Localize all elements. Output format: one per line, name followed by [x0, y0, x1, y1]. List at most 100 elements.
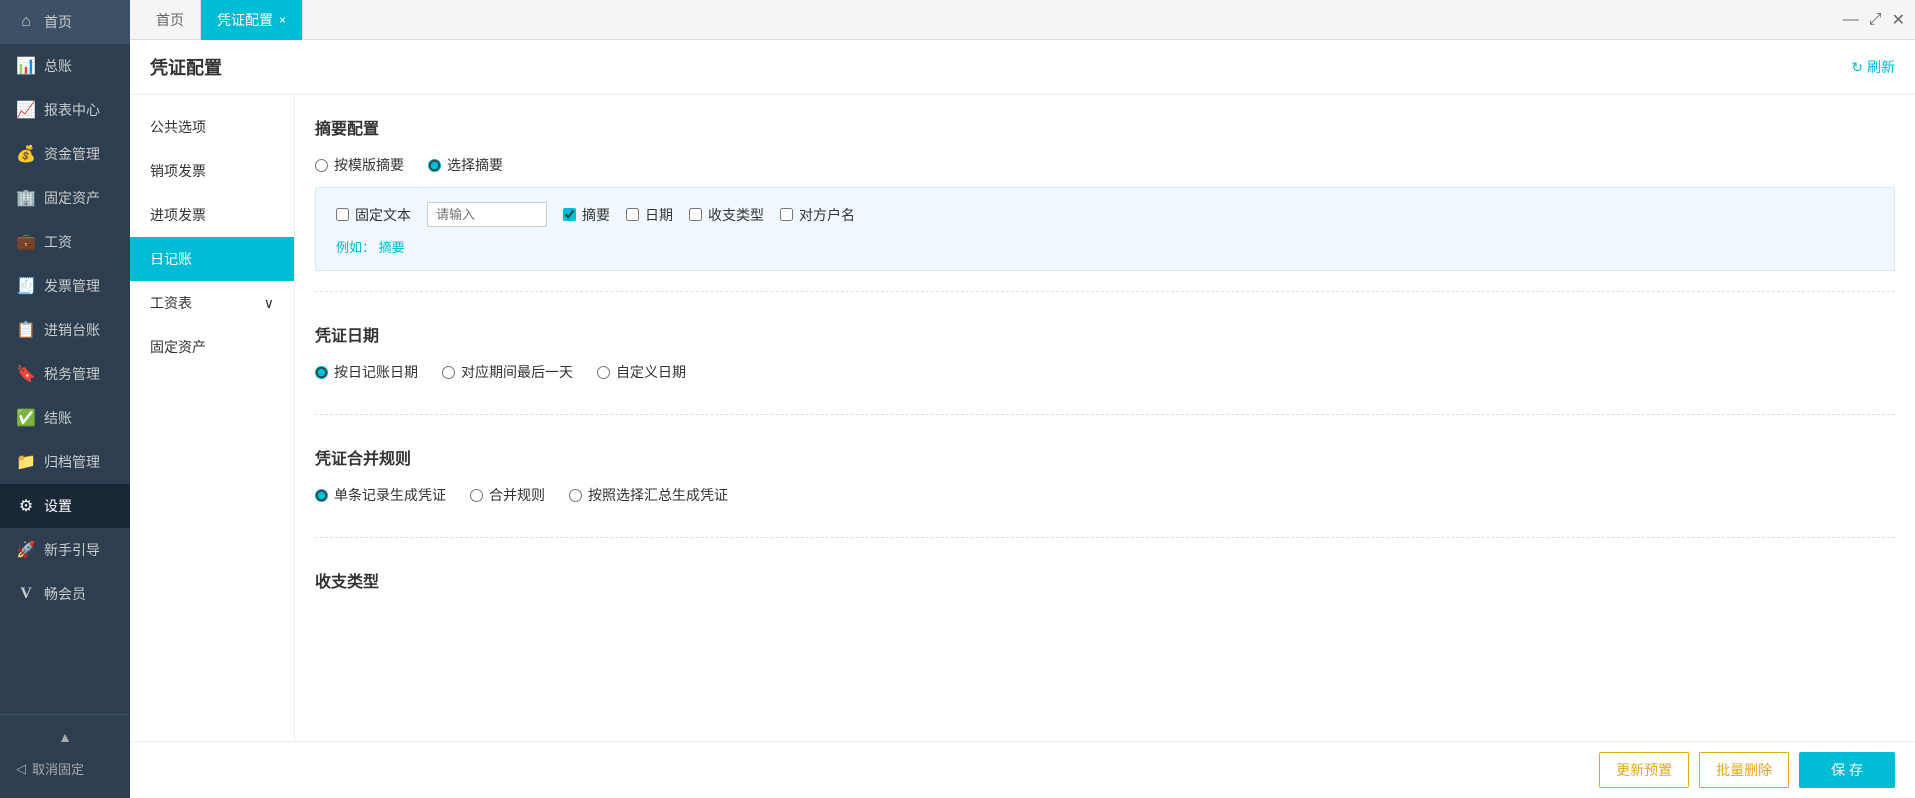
update-preview-button[interactable]: 更新预置 — [1599, 752, 1689, 788]
main-area: 首页 凭证配置 × — ⤢ ✕ 凭证配置 ↻ 刷新 公共选项 销项发票 — [130, 0, 1915, 798]
checkbox-date[interactable] — [626, 208, 639, 221]
radio-due-date-input[interactable] — [442, 366, 455, 379]
chevron-down-icon: ∨ — [264, 295, 274, 312]
refresh-label: 刷新 — [1867, 57, 1895, 77]
radio-select-label: 选择摘要 — [447, 155, 503, 175]
tab-voucher-config[interactable]: 凭证配置 × — [201, 0, 303, 40]
tab-close-icon[interactable]: × — [279, 13, 286, 27]
pin-label: 取消固定 — [32, 759, 84, 778]
sidebar-item-settings[interactable]: ⚙ 设置 — [0, 484, 130, 528]
sidebar-item-label: 工资 — [44, 232, 72, 252]
summary-config-section: 摘要配置 按模版摘要 选择摘要 固定文本 — [315, 115, 1895, 292]
sidebar-item-sales-ledger[interactable]: 📋 进销台账 — [0, 308, 130, 352]
due-date-label: 对应期间最后一天 — [461, 362, 573, 382]
sidebar-item-label: 报表中心 — [44, 100, 100, 120]
maximize-button[interactable]: ⤢ — [1869, 11, 1882, 29]
checkbox-payment-type[interactable] — [689, 208, 702, 221]
custom-date-label: 自定义日期 — [616, 362, 686, 382]
sidebar-item-home[interactable]: ⌂ 首页 — [0, 0, 130, 44]
left-nav-public-options[interactable]: 公共选项 — [130, 105, 294, 149]
radio-template-input[interactable] — [315, 159, 328, 172]
sidebar-scroll-up[interactable]: ▲ — [0, 725, 130, 749]
close-window-button[interactable]: ✕ — [1892, 10, 1905, 30]
sidebar-item-member[interactable]: V 畅会员 — [0, 572, 130, 616]
left-nav-label: 进项发票 — [150, 205, 206, 225]
left-nav-fixed-assets-item[interactable]: 固定资产 — [130, 325, 294, 369]
merge-rule-title: 凭证合并规则 — [315, 445, 1895, 469]
sidebar-item-salary[interactable]: 💼 工资 — [0, 220, 130, 264]
batch-delete-button[interactable]: 批量删除 — [1699, 752, 1789, 788]
left-nav-purchase-invoice[interactable]: 进项发票 — [130, 193, 294, 237]
tab-home[interactable]: 首页 — [140, 0, 201, 40]
merge-rule-label: 合并规则 — [489, 485, 545, 505]
archive-icon: 📁 — [16, 452, 36, 472]
bottom-bar: 更新预置 批量删除 保 存 — [130, 741, 1915, 798]
sidebar-item-invoice-mgmt[interactable]: 🧾 发票管理 — [0, 264, 130, 308]
radio-merge-input[interactable] — [470, 489, 483, 502]
checkbox-payment-type-label[interactable]: 收支类型 — [689, 205, 764, 225]
sidebar-item-label: 畅会员 — [44, 584, 86, 604]
left-nav-label: 公共选项 — [150, 117, 206, 137]
summary-example: 例如： 摘要 — [336, 237, 1874, 256]
sidebar-bottom: ▲ ◁ 取消固定 — [0, 714, 130, 798]
left-nav-label: 固定资产 — [150, 337, 206, 357]
sidebar-item-general-ledger[interactable]: 📊 总账 — [0, 44, 130, 88]
radio-merge-rule[interactable]: 合并规则 — [470, 485, 545, 505]
merge-rule-radio-group: 单条记录生成凭证 合并规则 按照选择汇总生成凭证 — [315, 485, 1895, 505]
tab-bar: 首页 凭证配置 × — ⤢ ✕ — [130, 0, 1915, 40]
radio-single-input[interactable] — [315, 489, 328, 502]
checkbox-fixed-text[interactable] — [336, 208, 349, 221]
sidebar-item-close-account[interactable]: ✅ 结账 — [0, 396, 130, 440]
checkbox-counterparty-label[interactable]: 对方户名 — [780, 205, 855, 225]
left-nav-sales-invoice[interactable]: 销项发票 — [130, 149, 294, 193]
sidebar-item-funds[interactable]: 💰 资金管理 — [0, 132, 130, 176]
assets-icon: 🏢 — [16, 188, 36, 208]
sidebar-item-tax-mgmt[interactable]: 🔖 税务管理 — [0, 352, 130, 396]
sidebar-item-label: 进销台账 — [44, 320, 100, 340]
checkbox-counterparty[interactable] — [780, 208, 793, 221]
sidebar-item-label: 发票管理 — [44, 276, 100, 296]
voucher-date-title: 凭证日期 — [315, 322, 1895, 346]
merge-rule-section: 凭证合并规则 单条记录生成凭证 合并规则 按照选择汇总生成凭证 — [315, 445, 1895, 538]
fixed-text-input[interactable] — [427, 202, 547, 227]
left-nav-journal[interactable]: 日记账 — [130, 237, 294, 281]
payment-type-label: 收支类型 — [708, 205, 764, 225]
right-content: 摘要配置 按模版摘要 选择摘要 固定文本 — [295, 95, 1915, 741]
radio-due-date[interactable]: 对应期间最后一天 — [442, 362, 573, 382]
radio-custom-date[interactable]: 自定义日期 — [597, 362, 686, 382]
radio-select-summary[interactable]: 选择摘要 — [428, 155, 503, 175]
radio-select-input[interactable] — [428, 159, 441, 172]
radio-journal-date[interactable]: 按日记账日期 — [315, 362, 418, 382]
voucher-date-section: 凭证日期 按日记账日期 对应期间最后一天 自定义日期 — [315, 322, 1895, 415]
sidebar-item-label: 总账 — [44, 56, 72, 76]
save-button[interactable]: 保 存 — [1799, 752, 1895, 788]
sidebar-item-fixed-assets[interactable]: 🏢 固定资产 — [0, 176, 130, 220]
refresh-button[interactable]: ↻ 刷新 — [1851, 57, 1895, 77]
radio-single-record[interactable]: 单条记录生成凭证 — [315, 485, 446, 505]
date-label: 日期 — [645, 205, 673, 225]
counterparty-label: 对方户名 — [799, 205, 855, 225]
radio-select-merge[interactable]: 按照选择汇总生成凭证 — [569, 485, 728, 505]
checkbox-fixed-text-label[interactable]: 固定文本 — [336, 205, 411, 225]
sidebar-item-reports[interactable]: 📈 报表中心 — [0, 88, 130, 132]
left-nav-salary-table[interactable]: 工资表 ∨ — [130, 281, 294, 325]
radio-custom-date-input[interactable] — [597, 366, 610, 379]
voucher-date-radio-group: 按日记账日期 对应期间最后一天 自定义日期 — [315, 362, 1895, 382]
home-icon: ⌂ — [16, 13, 36, 31]
tab-voucher-config-label: 凭证配置 — [217, 10, 273, 30]
left-nav-label: 工资表 — [150, 293, 192, 313]
sidebar-pin-button[interactable]: ◁ 取消固定 — [0, 749, 130, 788]
radio-template-summary[interactable]: 按模版摘要 — [315, 155, 404, 175]
sidebar-item-archive[interactable]: 📁 归档管理 — [0, 440, 130, 484]
radio-select-merge-input[interactable] — [569, 489, 582, 502]
radio-journal-date-input[interactable] — [315, 366, 328, 379]
payment-type-section: 收支类型 — [315, 568, 1895, 592]
checkbox-summary[interactable] — [563, 208, 576, 221]
sidebar-item-guide[interactable]: 🚀 新手引导 — [0, 528, 130, 572]
minimize-button[interactable]: — — [1843, 11, 1859, 29]
sales-icon: 📋 — [16, 320, 36, 340]
checkbox-summary-label[interactable]: 摘要 — [563, 205, 610, 225]
sidebar-item-label: 首页 — [44, 12, 72, 32]
content-area: 公共选项 销项发票 进项发票 日记账 工资表 ∨ 固定资产 摘要配置 — [130, 95, 1915, 741]
checkbox-date-label[interactable]: 日期 — [626, 205, 673, 225]
